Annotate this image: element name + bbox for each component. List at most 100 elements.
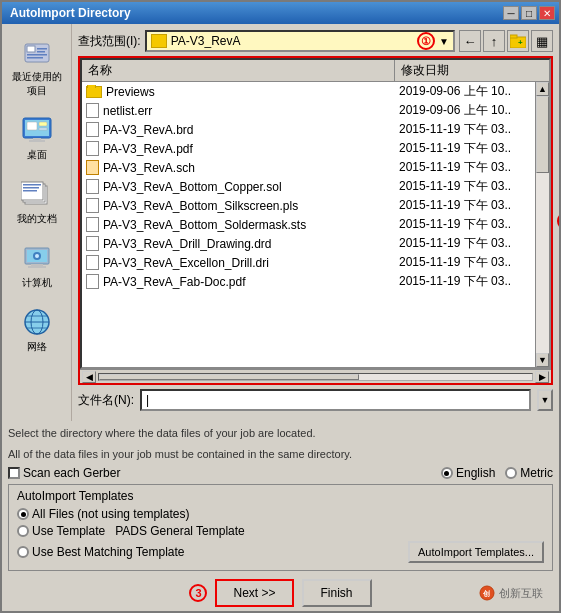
all-files-radio[interactable]: All Files (not using templates) — [17, 507, 189, 521]
file-name: PA-V3_RevA.sch — [103, 161, 195, 175]
sidebar: 最近使用的项目 桌面 — [2, 24, 72, 421]
autoimport-templates-button[interactable]: AutoImport Templates... — [408, 541, 544, 563]
watermark: 创 创新互联 — [479, 585, 543, 601]
sidebar-item-mycomputer[interactable]: 计算机 — [7, 238, 67, 294]
scroll-down-btn[interactable]: ▼ — [536, 353, 549, 367]
desktop-icon — [21, 114, 53, 146]
templates-title: AutoImport Templates — [17, 489, 544, 503]
path-dropdown[interactable]: PA-V3_RevA ① ▼ — [145, 30, 455, 52]
metric-radio[interactable]: Metric — [505, 466, 553, 480]
recent-label: 最近使用的项目 — [11, 70, 63, 98]
english-radio[interactable]: English — [441, 466, 495, 480]
minimize-button[interactable]: ─ — [503, 6, 519, 20]
next-button[interactable]: Next >> — [215, 579, 293, 607]
table-row[interactable]: PA-V3_RevA.sch 2015-11-19 下午 03.. — [82, 158, 535, 177]
watermark-icon: 创 — [479, 585, 495, 601]
table-row[interactable]: PA-V3_RevA_Excellon_Drill.dri 2015-11-19… — [82, 253, 535, 272]
info-line1: Select the directory where the data file… — [8, 425, 553, 442]
use-template-radio[interactable]: Use Template — [17, 524, 105, 538]
table-row[interactable]: PA-V3_RevA.pdf 2015-11-19 下午 03.. — [82, 139, 535, 158]
scroll-right-btn[interactable]: ▶ — [535, 371, 549, 383]
template-option2-row: Use Template PADS General Template — [17, 524, 544, 538]
svg-text:+: + — [518, 38, 523, 47]
scroll-track[interactable] — [98, 373, 533, 381]
up-button[interactable]: ↑ — [483, 30, 505, 52]
file-name: PA-V3_RevA_Bottom_Copper.sol — [103, 180, 282, 194]
sidebar-item-mydocs[interactable]: 我的文档 — [7, 174, 67, 230]
path-toolbar: 查找范围(I): PA-V3_RevA ① ▼ ← ↑ + — [78, 30, 553, 52]
all-files-label: All Files (not using templates) — [32, 507, 189, 521]
template-option3-row: Use Best Matching Template AutoImport Te… — [17, 541, 544, 563]
filename-label: 文件名(N): — [78, 392, 134, 409]
scan-option-row: Scan each Gerber English Metric — [8, 466, 553, 480]
sch-file-icon — [86, 160, 99, 175]
svg-rect-16 — [23, 184, 41, 186]
new-folder-button[interactable]: + — [507, 30, 529, 52]
file-name: PA-V3_RevA.pdf — [103, 142, 193, 156]
file-name-cell: PA-V3_RevA_Bottom_Soldermask.sts — [82, 217, 395, 232]
table-row[interactable]: PA-V3_RevA_Bottom_Silkscreen.pls 2015-11… — [82, 196, 535, 215]
file-name-cell: PA-V3_RevA_Fab-Doc.pdf — [82, 274, 395, 289]
english-radio-dot[interactable] — [441, 467, 453, 479]
best-match-radio-dot[interactable] — [17, 546, 29, 558]
maximize-button[interactable]: □ — [521, 6, 537, 20]
table-row[interactable]: PA-V3_RevA.brd 2015-11-19 下午 03.. — [82, 120, 535, 139]
sidebar-item-recent[interactable]: 最近使用的项目 — [7, 32, 67, 102]
all-files-radio-dot[interactable] — [17, 508, 29, 520]
file-name: PA-V3_RevA_Bottom_Silkscreen.pls — [103, 199, 298, 213]
metric-radio-dot[interactable] — [505, 467, 517, 479]
file-date-cell: 2015-11-19 下午 03.. — [395, 197, 535, 214]
svg-rect-3 — [37, 51, 45, 53]
table-row[interactable]: netlist.err 2019-09-06 上午 10.. — [82, 101, 535, 120]
sidebar-item-network[interactable]: 网络 — [7, 302, 67, 358]
file-date-cell: 2015-11-19 下午 03.. — [395, 235, 535, 252]
table-row[interactable]: Previews 2019-09-06 上午 10.. — [82, 82, 535, 101]
scroll-track-v[interactable] — [536, 96, 549, 353]
doc-file-icon — [86, 141, 99, 156]
svg-text:创: 创 — [482, 590, 490, 597]
network-icon — [21, 306, 53, 338]
file-name-cell: PA-V3_RevA_Excellon_Drill.dri — [82, 255, 395, 270]
scroll-up-btn[interactable]: ▲ — [536, 82, 549, 96]
path-text: PA-V3_RevA — [171, 34, 413, 48]
file-date-cell: 2019-09-06 上午 10.. — [395, 83, 535, 100]
scrollbar-vertical[interactable]: ▲ ▼ — [535, 82, 549, 367]
finish-button[interactable]: Finish — [302, 579, 372, 607]
file-name-cell: PA-V3_RevA.sch — [82, 160, 395, 175]
scan-checkbox[interactable] — [8, 467, 20, 479]
table-row[interactable]: PA-V3_RevA_Bottom_Copper.sol 2015-11-19 … — [82, 177, 535, 196]
scrollbar-horizontal[interactable]: ◀ ▶ — [80, 369, 551, 383]
scan-checkbox-option[interactable]: Scan each Gerber — [8, 466, 120, 480]
view-button[interactable]: ▦ — [531, 30, 553, 52]
file-list-body[interactable]: Previews 2019-09-06 上午 10.. netlist.err … — [82, 82, 535, 367]
file-date-cell: 2015-11-19 下午 03.. — [395, 159, 535, 176]
templates-section: AutoImport Templates All Files (not usin… — [8, 484, 553, 571]
doc-file-icon — [86, 103, 99, 118]
svg-rect-10 — [27, 122, 37, 130]
use-template-radio-dot[interactable] — [17, 525, 29, 537]
template-name: PADS General Template — [115, 524, 245, 538]
mydocs-label: 我的文档 — [17, 212, 57, 226]
file-name: netlist.err — [103, 104, 152, 118]
close-button[interactable]: ✕ — [539, 6, 555, 20]
file-date-cell: 2015-11-19 下午 03.. — [395, 140, 535, 157]
filename-dropdown-btn[interactable]: ▼ — [537, 389, 553, 411]
path-dropdown-arrow: ▼ — [439, 36, 449, 47]
table-row[interactable]: PA-V3_RevA_Bottom_Soldermask.sts 2015-11… — [82, 215, 535, 234]
file-list-header: 名称 修改日期 — [82, 60, 549, 82]
file-date-cell: 2015-11-19 下午 03.. — [395, 121, 535, 138]
best-match-radio[interactable]: Use Best Matching Template — [17, 545, 185, 559]
recent-icon — [21, 36, 53, 68]
table-row[interactable]: PA-V3_RevA_Fab-Doc.pdf 2015-11-19 下午 03.… — [82, 272, 535, 291]
file-list[interactable]: 名称 修改日期 Previews 2019-09-06 上午 10.. netl — [80, 58, 551, 369]
scroll-left-btn[interactable]: ◀ — [82, 371, 96, 383]
file-date-cell: 2019-09-06 上午 10.. — [395, 102, 535, 119]
back-button[interactable]: ← — [459, 30, 481, 52]
file-name-cell: PA-V3_RevA_Bottom_Copper.sol — [82, 179, 395, 194]
file-name: PA-V3_RevA.brd — [103, 123, 194, 137]
folder-icon — [86, 86, 102, 98]
table-row[interactable]: PA-V3_RevA_Drill_Drawing.drd 2015-11-19 … — [82, 234, 535, 253]
filename-input[interactable] — [140, 389, 531, 411]
sidebar-item-desktop[interactable]: 桌面 — [7, 110, 67, 166]
file-date-cell: 2015-11-19 下午 03.. — [395, 273, 535, 290]
